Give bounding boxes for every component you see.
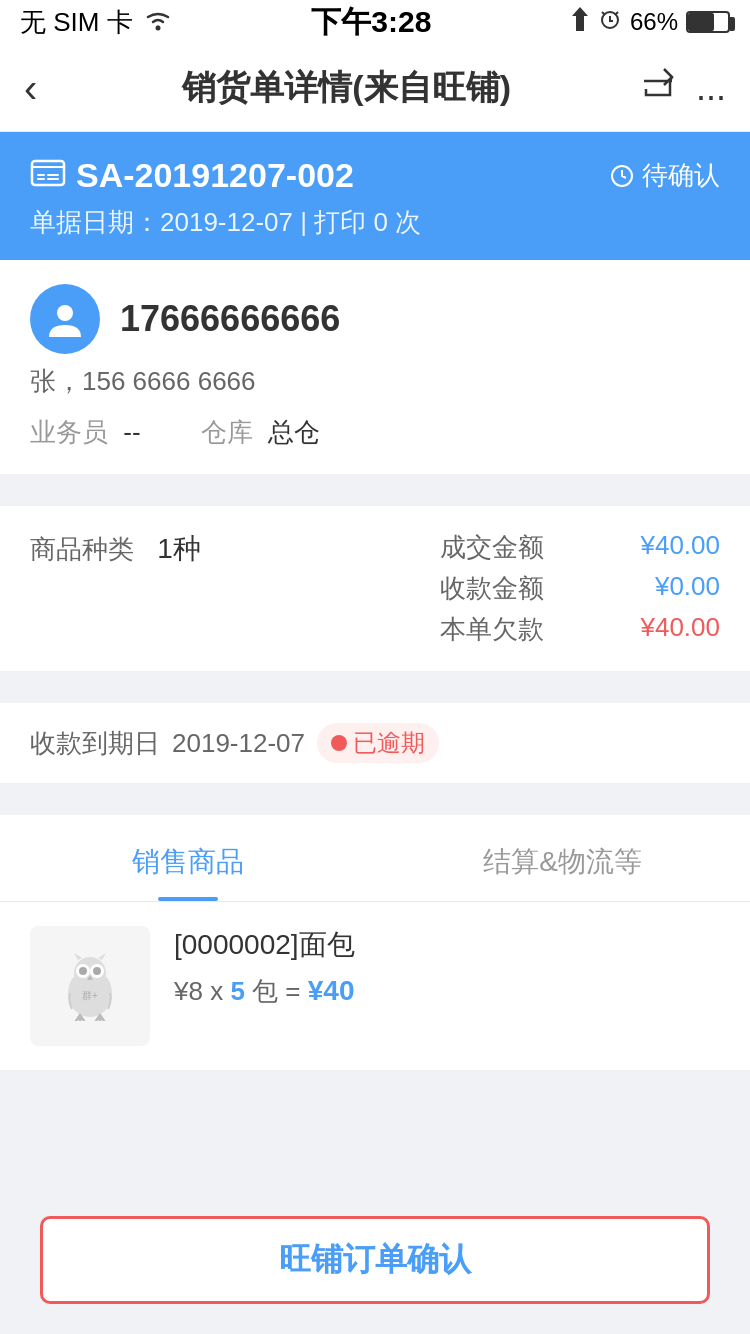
order-status: 待确认	[610, 158, 720, 193]
warehouse-value: 总仓	[268, 417, 320, 447]
product-kind-label: 商品种类	[30, 534, 134, 564]
price-total: ¥40	[308, 975, 355, 1006]
wifi-icon	[143, 7, 173, 38]
amount-row-2: 本单欠款 ¥40.00	[440, 612, 720, 647]
tab-sales-products[interactable]: 销售商品	[0, 815, 375, 901]
product-name: [0000002]面包	[174, 926, 720, 964]
warehouse-meta: 仓库 总仓	[201, 415, 320, 450]
amount-label-2: 本单欠款	[440, 612, 544, 647]
amount-value-2: ¥40.00	[640, 612, 720, 647]
svg-point-4	[57, 305, 73, 321]
more-button[interactable]: ...	[696, 67, 726, 109]
summary-section: 商品种类 1种 成交金额 ¥40.00 收款金额 ¥0.00 本单欠款 ¥40.…	[0, 506, 750, 671]
product-owl-icon: 群+	[50, 951, 130, 1021]
svg-rect-2	[32, 161, 64, 185]
product-item: 群+ [0000002]面包 ¥8 x 5 包 = ¥40	[30, 926, 720, 1046]
product-kind-area: 商品种类 1种	[30, 530, 201, 568]
amounts-area: 成交金额 ¥40.00 收款金额 ¥0.00 本单欠款 ¥40.00	[440, 530, 720, 647]
customer-name: 张，156 6666 6666	[30, 364, 720, 399]
amount-label-0: 成交金额	[440, 530, 544, 565]
customer-phone: 17666666666	[120, 298, 340, 340]
overdue-badge: 已逾期	[317, 723, 439, 763]
svg-text:群+: 群+	[82, 990, 98, 1001]
product-kind-value: 1种	[157, 533, 201, 564]
salesperson-value: --	[123, 417, 140, 447]
overdue-text: 已逾期	[353, 727, 425, 759]
nav-bar: ‹ 销货单详情(来自旺铺) ...	[0, 44, 750, 132]
product-price: ¥8 x 5 包 = ¥40	[174, 974, 720, 1009]
price-equals: =	[285, 976, 307, 1006]
product-section: 群+ [0000002]面包 ¥8 x 5 包 = ¥40	[0, 902, 750, 1070]
tab-settlement[interactable]: 结算&物流等	[375, 815, 750, 901]
amount-row-0: 成交金额 ¥40.00	[440, 530, 720, 565]
alarm-icon	[598, 7, 622, 37]
back-button[interactable]: ‹	[24, 68, 37, 108]
amount-value-0: ¥40.00	[640, 530, 720, 565]
bottom-area: 旺铺订单确认	[0, 1196, 750, 1334]
price-quantity: 5	[230, 976, 244, 1006]
avatar	[30, 284, 100, 354]
product-info: [0000002]面包 ¥8 x 5 包 = ¥40	[174, 926, 720, 1009]
status-time: 下午3:28	[311, 2, 431, 43]
overdue-dot	[331, 735, 347, 751]
product-thumbnail: 群+	[30, 926, 150, 1046]
order-header: SA-20191207-002 待确认 单据日期：2019-12-07 | 打印…	[0, 132, 750, 260]
status-carrier: 无 SIM 卡	[20, 5, 173, 40]
tabs-container: 销售商品 结算&物流等	[0, 815, 750, 902]
location-icon	[570, 6, 590, 38]
divider-2	[0, 687, 750, 703]
amount-label-1: 收款金额	[440, 571, 544, 606]
order-id: SA-20191207-002	[30, 156, 354, 195]
due-date-label: 收款到期日	[30, 726, 160, 761]
amount-row-1: 收款金额 ¥0.00	[440, 571, 720, 606]
battery-text: 66%	[630, 8, 678, 36]
customer-section: 17666666666 张，156 6666 6666 业务员 -- 仓库 总仓	[0, 260, 750, 474]
salesperson-meta: 业务员 --	[30, 415, 141, 450]
status-right: 66%	[570, 6, 730, 38]
svg-marker-12	[74, 953, 82, 960]
warehouse-label: 仓库	[201, 417, 253, 447]
price-unit-label: 包	[252, 976, 278, 1006]
price-unit: ¥8	[174, 976, 203, 1006]
page-title: 销货单详情(来自旺铺)	[53, 65, 640, 111]
share-button[interactable]	[640, 65, 676, 110]
amount-value-1: ¥0.00	[655, 571, 720, 606]
nav-actions: ...	[640, 65, 726, 110]
svg-point-9	[79, 967, 87, 975]
svg-marker-13	[98, 953, 106, 960]
confirm-order-button[interactable]: 旺铺订单确认	[40, 1216, 710, 1304]
order-date: 单据日期：2019-12-07 | 打印 0 次	[30, 205, 720, 240]
salesperson-label: 业务员	[30, 417, 108, 447]
due-date-value: 2019-12-07	[172, 728, 305, 759]
svg-point-0	[155, 25, 160, 30]
svg-point-10	[93, 967, 101, 975]
price-multiply: x	[210, 976, 230, 1006]
customer-meta: 业务员 -- 仓库 总仓	[30, 415, 720, 450]
carrier-text: 无 SIM 卡	[20, 5, 133, 40]
order-icon	[30, 156, 66, 195]
divider-1	[0, 490, 750, 506]
battery-icon	[686, 11, 730, 33]
due-date-section: 收款到期日 2019-12-07 已逾期	[0, 703, 750, 783]
divider-3	[0, 799, 750, 815]
status-bar: 无 SIM 卡 下午3:28 66%	[0, 0, 750, 44]
